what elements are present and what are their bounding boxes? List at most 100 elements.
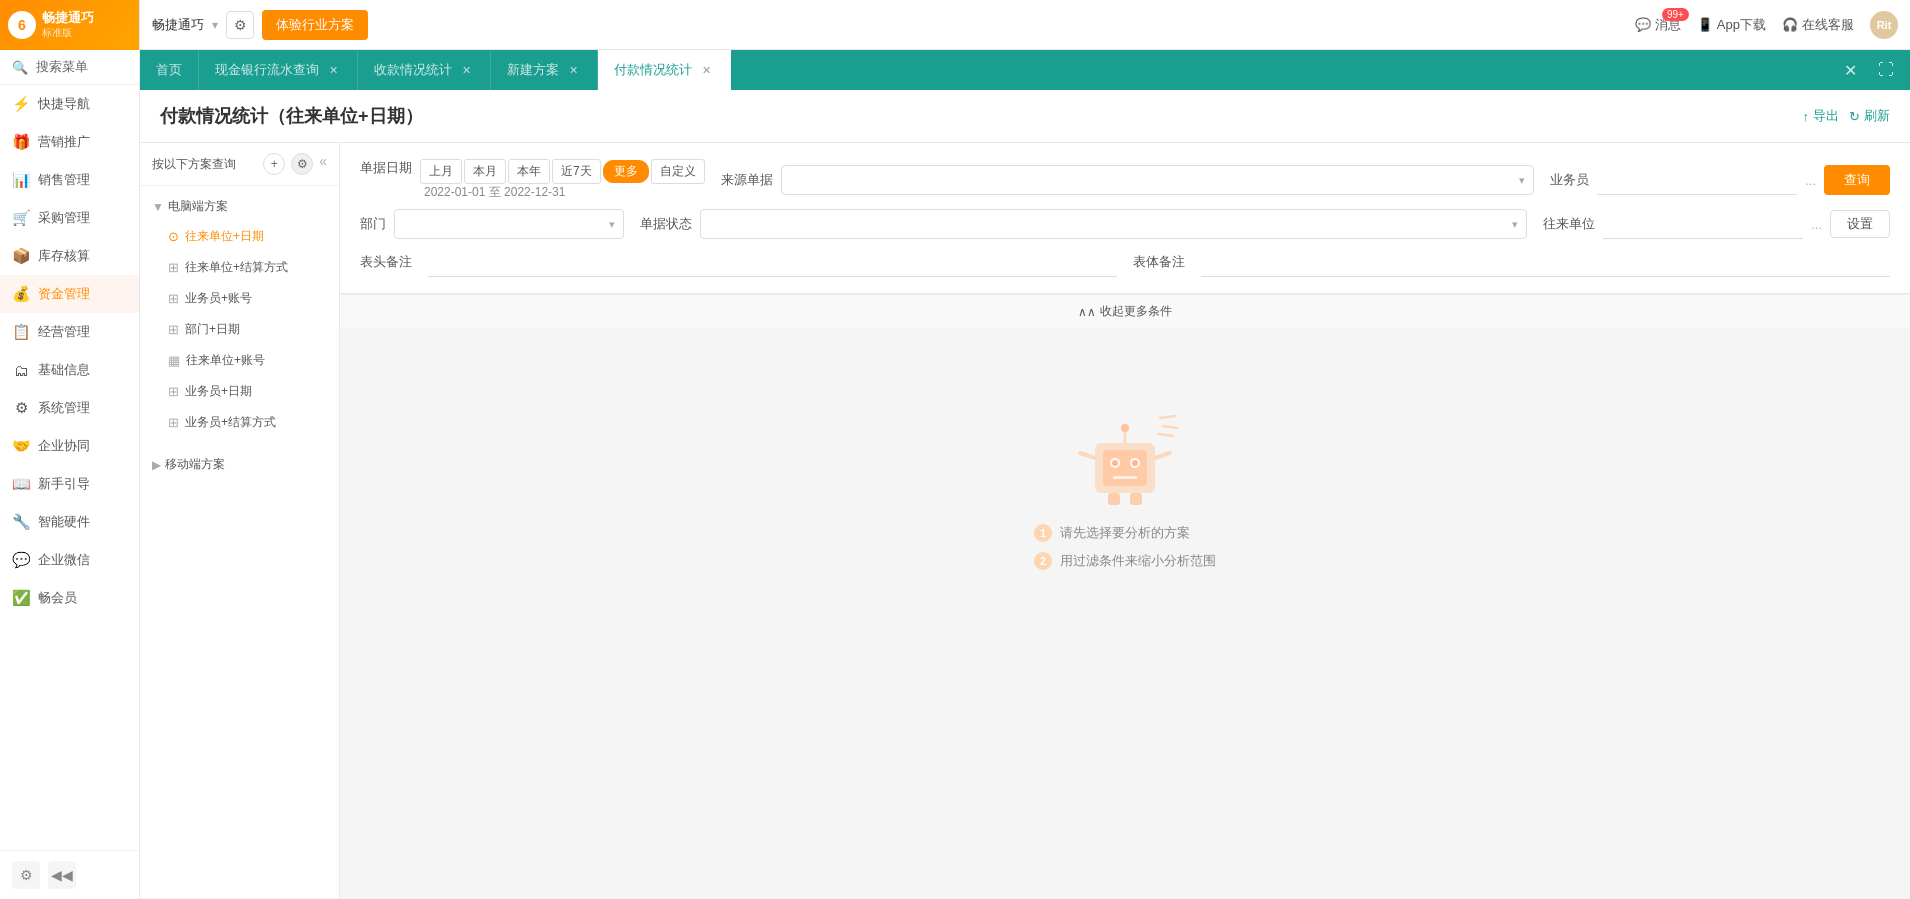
sidebar-item-purchase[interactable]: 🛒 采购管理 (0, 199, 139, 237)
trial-button[interactable]: 体验行业方案 (262, 10, 368, 40)
schema-item-label: 业务员+结算方式 (185, 414, 276, 431)
sidebar-item-label: 新手引导 (38, 475, 90, 493)
tab-bank-label: 现金银行流水查询 (215, 61, 319, 79)
salesperson-label: 业务员 (1550, 171, 1589, 189)
filter-settings-button[interactable]: 设置 (1830, 210, 1890, 238)
sidebar-item-hardware[interactable]: 🔧 智能硬件 (0, 503, 139, 541)
sidebar-item-quick-nav[interactable]: ⚡ 快捷导航 (0, 85, 139, 123)
sidebar-item-membership[interactable]: ✅ 畅会员 (0, 579, 139, 617)
avatar[interactable]: Rit (1870, 11, 1898, 39)
dept-label: 部门 (360, 215, 386, 233)
search-icon: 🔍 (12, 60, 28, 75)
tab-payment-stat-close[interactable]: ✕ (698, 62, 714, 78)
salesperson-more-icon[interactable]: ... (1805, 173, 1816, 188)
table-header-note-input[interactable] (428, 247, 1117, 277)
schema-grid-icon: ⊞ (168, 291, 179, 306)
schema-grid-icon: ⊞ (168, 322, 179, 337)
sidebar-search-button[interactable]: 🔍 搜索菜单 (0, 50, 139, 85)
svg-line-13 (1160, 416, 1175, 418)
customer-service-button[interactable]: 🎧 在线客服 (1782, 16, 1854, 34)
bill-status-select[interactable]: ▾ (700, 209, 1527, 239)
collapse-more-button[interactable]: ∧∧ 收起更多条件 (340, 294, 1910, 328)
sidebar-item-basic[interactable]: 🗂 基础信息 (0, 351, 139, 389)
right-panel: 单据日期 上月 本月 本年 近7天 更多 自定义 20 (340, 143, 1910, 898)
sidebar-header: 6 畅捷通巧 标准版 (0, 0, 139, 50)
export-button[interactable]: ↑ 导出 (1803, 107, 1840, 125)
schema-item-unit-date[interactable]: ⊙ 往来单位+日期 (140, 221, 339, 252)
date-btn-this-month[interactable]: 本月 (464, 159, 506, 184)
desktop-group-title[interactable]: ▼ 电脑端方案 (140, 192, 339, 221)
schema-item-staff-account[interactable]: ⊞ 业务员+账号 (140, 283, 339, 314)
app-download-button[interactable]: 📱 App下载 (1697, 16, 1766, 34)
refresh-button[interactable]: ↻ 刷新 (1849, 107, 1890, 125)
filter-row-1: 单据日期 上月 本月 本年 近7天 更多 自定义 20 (360, 159, 1890, 201)
sidebar-item-wechat[interactable]: 💬 企业微信 (0, 541, 139, 579)
dept-select[interactable]: ▾ (394, 209, 624, 239)
date-btn-last-7-days[interactable]: 近7天 (552, 159, 601, 184)
tab-receivable-close[interactable]: ✕ (458, 62, 474, 78)
counterparty-input[interactable] (1603, 209, 1803, 239)
message-badge: 99+ (1662, 8, 1689, 21)
schema-item-staff-date[interactable]: ⊞ 业务员+日期 (140, 376, 339, 407)
date-btn-custom[interactable]: 自定义 (651, 159, 705, 184)
content-layout: 按以下方案查询 + ⚙ « (140, 143, 1910, 898)
source-bill-label: 来源单据 (721, 171, 773, 189)
sidebar-item-marketing[interactable]: 🎁 营销推广 (0, 123, 139, 161)
sidebar-item-sales[interactable]: 📊 销售管理 (0, 161, 139, 199)
tab-bank[interactable]: 现金银行流水查询 ✕ (199, 50, 358, 90)
tab-payment-stat[interactable]: 付款情况统计 ✕ (598, 50, 731, 90)
sidebar-footer: ⚙ ◀◀ (0, 850, 139, 899)
tab-home[interactable]: 首页 (140, 50, 199, 90)
sidebar-settings-button[interactable]: ⚙ (12, 861, 40, 889)
source-bill-filter: 来源单据 ▾ (721, 165, 1534, 195)
sidebar-item-finance[interactable]: 💰 资金管理 (0, 275, 139, 313)
tab-receivable-label: 收款情况统计 (374, 61, 452, 79)
dept-filter: 部门 ▾ (360, 209, 624, 239)
date-btn-more[interactable]: 更多 (603, 160, 649, 183)
tab-close-all-button[interactable]: ✕ (1836, 56, 1864, 84)
hint-text-2: 用过滤条件来缩小分析范围 (1060, 552, 1216, 570)
tab-bank-close[interactable]: ✕ (325, 62, 341, 78)
svg-rect-12 (1130, 493, 1142, 505)
sidebar-item-system[interactable]: ⚙ 系统管理 (0, 389, 139, 427)
date-btn-last-month[interactable]: 上月 (420, 159, 462, 184)
mobile-schema-group: ▶ 移动端方案 (140, 444, 339, 485)
app-download-label: App下载 (1717, 16, 1766, 34)
schema-settings-button[interactable]: ⚙ (291, 153, 313, 175)
schema-item-dept-date[interactable]: ⊞ 部门+日期 (140, 314, 339, 345)
tab-fullscreen-button[interactable]: ⛶ (1872, 56, 1900, 84)
tabbar: 首页 现金银行流水查询 ✕ 收款情况统计 ✕ 新建方案 ✕ 付款情况统计 ✕ ✕… (140, 50, 1910, 90)
sidebar-item-operations[interactable]: 📋 经营管理 (0, 313, 139, 351)
sidebar-logo-text: 畅捷通巧 (42, 10, 94, 26)
sidebar-item-label: 企业微信 (38, 551, 90, 569)
left-panel-header: 按以下方案查询 + ⚙ « (140, 143, 339, 186)
mobile-group-title[interactable]: ▶ 移动端方案 (140, 450, 339, 479)
sidebar-item-guide[interactable]: 📖 新手引导 (0, 465, 139, 503)
sidebar-item-inventory[interactable]: 📦 库存核算 (0, 237, 139, 275)
salesperson-input[interactable] (1597, 165, 1797, 195)
add-schema-button[interactable]: + (263, 153, 285, 175)
tab-new-plan[interactable]: 新建方案 ✕ (491, 50, 598, 90)
panel-collapse-button[interactable]: « (319, 153, 327, 175)
tab-receivable[interactable]: 收款情况统计 ✕ (358, 50, 491, 90)
quick-nav-icon: ⚡ (12, 95, 30, 113)
schema-item-unit-settle[interactable]: ⊞ 往来单位+结算方式 (140, 252, 339, 283)
topbar-dropdown-arrow[interactable]: ▾ (212, 18, 218, 32)
topbar-gear-button[interactable]: ⚙ (226, 11, 254, 39)
sidebar-item-enterprise[interactable]: 🤝 企业协同 (0, 427, 139, 465)
tab-new-plan-close[interactable]: ✕ (565, 62, 581, 78)
query-button[interactable]: 查询 (1824, 165, 1890, 195)
salesperson-filter: 业务员 ... 查询 (1550, 165, 1890, 195)
message-button[interactable]: 💬 消息 99+ (1635, 16, 1681, 34)
counterparty-filter: 往来单位 ... 设置 (1543, 209, 1890, 239)
table-body-note-input[interactable] (1201, 247, 1890, 277)
source-bill-select[interactable]: ▾ (781, 165, 1534, 195)
main-content: 畅捷通巧 ▾ ⚙ 体验行业方案 💬 消息 99+ 📱 App下载 🎧 在线客服 … (140, 0, 1910, 899)
sidebar-collapse-button[interactable]: ◀◀ (48, 861, 76, 889)
membership-icon: ✅ (12, 589, 30, 607)
date-btn-this-year[interactable]: 本年 (508, 159, 550, 184)
page-body: 付款情况统计（往来单位+日期） ↑ 导出 ↻ 刷新 按以下方案查询 (140, 90, 1910, 899)
counterparty-more-icon[interactable]: ... (1811, 217, 1822, 232)
schema-item-unit-account[interactable]: ▦ 往来单位+账号 (140, 345, 339, 376)
schema-item-staff-settle[interactable]: ⊞ 业务员+结算方式 (140, 407, 339, 438)
